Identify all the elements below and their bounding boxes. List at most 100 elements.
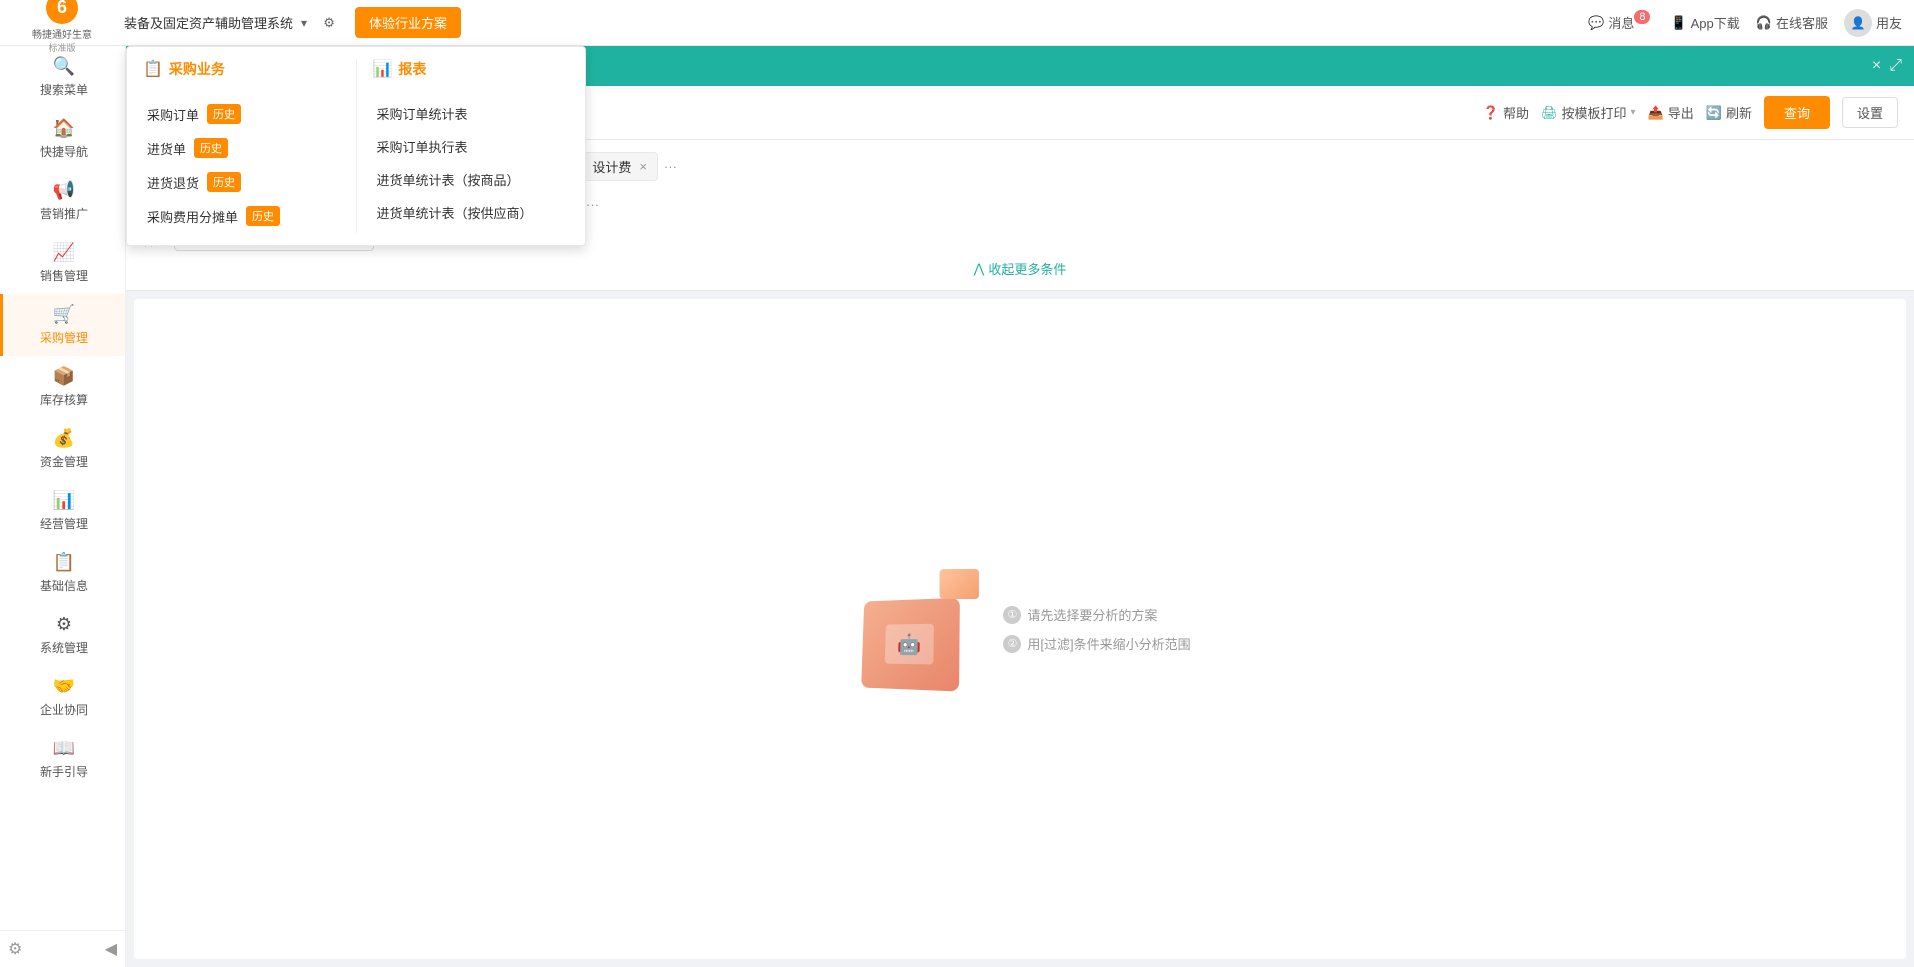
sidebar-item-purchase[interactable]: 🛒 采购管理: [0, 294, 125, 356]
sidebar-label-marketing: 营销推广: [40, 205, 88, 222]
collapse-icon: ⋀: [974, 261, 985, 277]
logo-text-inner: 6: [57, 0, 67, 18]
sidebar-item-inventory[interactable]: 📦 库存核算: [0, 356, 125, 418]
top-right: 💬 消息 8 📱 App下载 🎧 在线客服 👤 用友: [1588, 9, 1902, 37]
purchase-business-column: 📋 采购业务 采购订单 历史 进货单 历史 进货退货 历史 采购费用分摊单 历史: [127, 59, 356, 233]
menu-item-expense[interactable]: 采购费用分摊单 历史: [143, 199, 340, 233]
settings-button[interactable]: 设置: [1842, 97, 1898, 128]
sidebar-item-sales[interactable]: 📈 销售管理: [0, 232, 125, 294]
goods-tag: 设计费 ×: [581, 152, 658, 181]
messages-btn[interactable]: 💬 消息 8: [1588, 13, 1654, 32]
menu-item-po-stats[interactable]: 采购订单统计表: [373, 97, 570, 130]
search-icon: 🔍: [53, 56, 75, 77]
menu-item-purchase-order[interactable]: 采购订单 历史: [143, 97, 340, 131]
marketing-icon: 📢: [53, 180, 75, 201]
po-exec-label: 采购订单执行表: [377, 137, 468, 156]
refresh-btn[interactable]: 🔄 刷新: [1706, 103, 1752, 122]
sidebar-settings-btn[interactable]: ⚙: [8, 939, 22, 959]
robot-icon: 🤖: [897, 631, 922, 656]
empty-state: 🤖 ① 请先选择要分析的方案 ② 用[过滤]条件来缩小分析范围: [849, 569, 1190, 689]
export-label: 导出: [1668, 103, 1694, 122]
operations-icon: 📊: [53, 490, 75, 511]
menu-item-receive[interactable]: 进货单 历史: [143, 131, 340, 165]
sidebar-item-quick-nav[interactable]: 🏠 快捷导航: [0, 108, 125, 170]
purchase-order-history[interactable]: 历史: [207, 104, 241, 124]
system-title: 装备及固定资产辅助管理系统: [124, 13, 293, 32]
sidebar-item-guide[interactable]: 📖 新手引导: [0, 728, 125, 790]
sidebar-item-marketing[interactable]: 📢 营销推广: [0, 170, 125, 232]
app-download-btn[interactable]: 📱 App下载: [1670, 13, 1739, 32]
purchase-business-title: 📋 采购业务: [143, 59, 340, 85]
system-title-dropdown[interactable]: 装备及固定资产辅助管理系统 ▾: [124, 13, 307, 32]
sidebar-item-system[interactable]: ⚙ 系统管理: [0, 604, 125, 666]
phone-icon: 📱: [1670, 15, 1686, 31]
help-label: 帮助: [1503, 103, 1529, 122]
print-arrow-icon: ▾: [1631, 107, 1636, 118]
collapse-btn[interactable]: ⋀ 收起更多条件: [142, 259, 1898, 278]
online-service-btn[interactable]: 🎧 在线客服: [1756, 13, 1828, 32]
user-menu[interactable]: 👤 用友: [1844, 9, 1902, 37]
receive-history[interactable]: 历史: [194, 138, 228, 158]
system-icon: ⚙: [56, 614, 72, 635]
headset-icon: 🎧: [1756, 15, 1772, 31]
print-label: 按模板打印: [1562, 103, 1627, 122]
online-service-label: 在线客服: [1776, 13, 1828, 32]
help-btn[interactable]: ❓ 帮助: [1483, 103, 1529, 122]
robot-body: 🤖: [862, 598, 961, 692]
sidebar-item-basic-info[interactable]: 📋 基础信息: [0, 542, 125, 604]
tab-close-all-icon[interactable]: ×: [1872, 57, 1881, 75]
user-name: 用友: [1876, 13, 1902, 32]
robot-top: [940, 569, 979, 599]
help-icon: ❓: [1483, 105, 1499, 121]
export-icon: 📤: [1648, 105, 1664, 121]
sidebar-label-system: 系统管理: [40, 639, 88, 656]
sidebar-item-search[interactable]: 🔍 搜索菜单: [0, 46, 125, 108]
goods-tag-text: 设计费: [592, 157, 631, 176]
export-btn[interactable]: 📤 导出: [1648, 103, 1694, 122]
salesman-dots[interactable]: ···: [586, 197, 599, 212]
receive-label: 进货单: [147, 139, 186, 158]
settings-icon: ⚙: [323, 15, 335, 31]
menu-item-return[interactable]: 进货退货 历史: [143, 165, 340, 199]
goods-dots[interactable]: ···: [664, 159, 677, 174]
query-button[interactable]: 查询: [1764, 96, 1830, 129]
step2-num: ②: [1003, 635, 1021, 653]
collapse-label: 收起更多条件: [988, 259, 1066, 278]
sidebar-item-operations[interactable]: 📊 经营管理: [0, 480, 125, 542]
menu-item-supplier-stats[interactable]: 进货单统计表（按供应商）: [373, 196, 570, 229]
goods-tag-close[interactable]: ×: [639, 159, 647, 174]
sidebar-label-guide: 新手引导: [40, 763, 88, 780]
logo-area: 6 畅捷通好生意 标准版: [12, 0, 112, 54]
logo-icon: 6: [46, 0, 78, 24]
enterprise-icon: 🤝: [53, 676, 75, 697]
sidebar-item-enterprise[interactable]: 🤝 企业协同: [0, 666, 125, 728]
purchase-business-label: 采购业务: [169, 59, 225, 79]
purchase-business-icon: 📋: [143, 59, 163, 79]
purchase-report-title: 📊 报表: [373, 59, 570, 85]
return-history[interactable]: 历史: [207, 172, 241, 192]
empty-text-container: ① 请先选择要分析的方案 ② 用[过滤]条件来缩小分析范围: [1003, 605, 1190, 653]
empty-illustration: 🤖: [849, 569, 979, 689]
messages-label: 消息: [1608, 13, 1634, 32]
guide-icon: 📖: [53, 738, 75, 759]
sidebar-collapse-btn[interactable]: ◀: [105, 939, 117, 959]
sidebar-item-funds[interactable]: 💰 资金管理: [0, 418, 125, 480]
refresh-label: 刷新: [1726, 103, 1752, 122]
po-stats-label: 采购订单统计表: [377, 104, 468, 123]
logo-text: 畅捷通好生意: [32, 26, 92, 41]
purchase-report-column: 📊 报表 采购订单统计表 采购订单执行表 进货单统计表（按商品） 进货单统计表（…: [356, 59, 586, 233]
main-content: 🤖 ① 请先选择要分析的方案 ② 用[过滤]条件来缩小分析范围: [134, 299, 1906, 959]
step1-text: 请先选择要分析的方案: [1027, 605, 1157, 624]
print-btn[interactable]: 🖨 按模板打印 ▾: [1541, 103, 1636, 122]
expense-history[interactable]: 历史: [246, 206, 280, 226]
menu-item-po-exec[interactable]: 采购订单执行表: [373, 130, 570, 163]
print-icon: 🖨: [1541, 105, 1558, 121]
settings-icon-btn[interactable]: ⚙: [315, 9, 343, 37]
sidebar-label-sales: 销售管理: [40, 267, 88, 284]
industry-button[interactable]: 体验行业方案: [355, 7, 461, 38]
menu-item-goods-stats[interactable]: 进货单统计表（按商品）: [373, 163, 570, 196]
tab-expand-icon[interactable]: ⤢: [1889, 57, 1902, 75]
empty-step2: ② 用[过滤]条件来缩小分析范围: [1003, 634, 1190, 653]
sidebar: 🔍 搜索菜单 🏠 快捷导航 📢 营销推广 📈 销售管理 🛒 采购管理 📦: [0, 46, 126, 967]
goods-stats-label: 进货单统计表（按商品）: [377, 170, 520, 189]
